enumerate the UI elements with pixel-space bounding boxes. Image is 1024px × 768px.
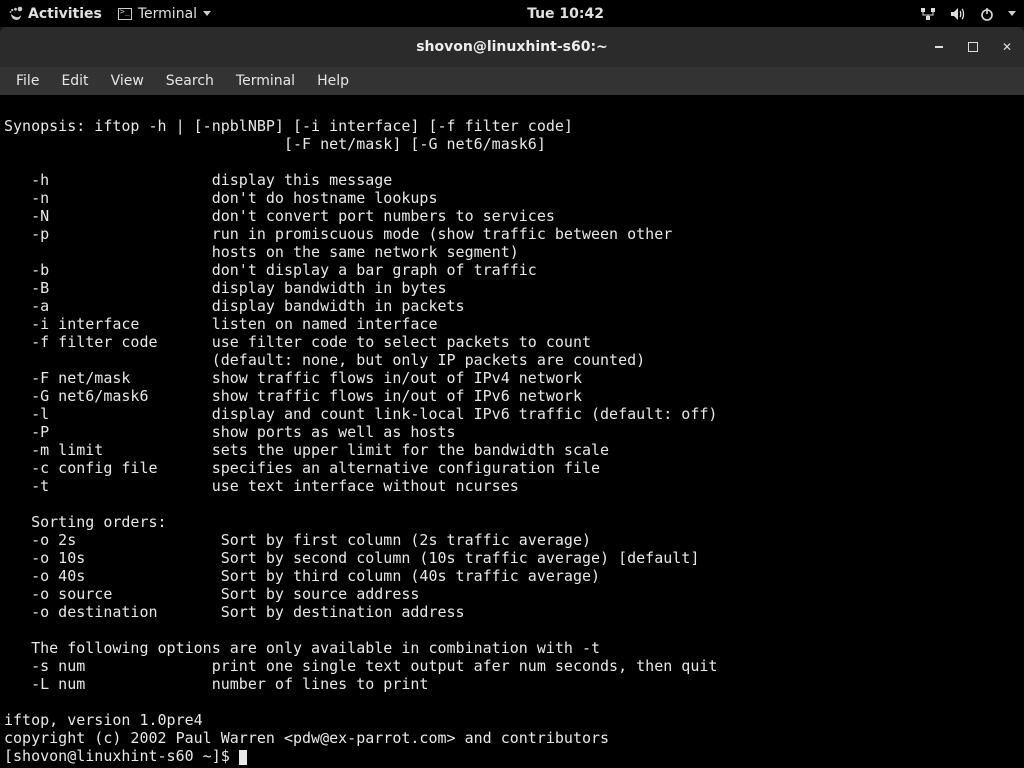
window-title: shovon@linuxhint-s60:~ [416,39,608,55]
menu-file[interactable]: File [6,70,49,92]
close-button[interactable] [998,38,1016,56]
menu-terminal[interactable]: Terminal [226,70,305,92]
terminal-icon [118,8,132,20]
power-icon [980,7,994,21]
maximize-button[interactable] [964,38,982,56]
app-menu-label: Terminal [138,6,197,22]
menu-help[interactable]: Help [307,70,359,92]
shell-prompt: [shovon@linuxhint-s60 ~]$ [4,747,239,765]
menu-edit[interactable]: Edit [51,70,98,92]
terminal-output[interactable]: Synopsis: iftop -h | [-npblNBP] [-i inte… [0,95,1024,768]
system-status-area[interactable] [920,7,1016,21]
volume-icon [950,7,966,21]
clock[interactable]: Tue 10:42 [211,6,920,22]
app-menu[interactable]: Terminal [118,6,211,22]
gnome-logo-icon [8,6,24,22]
menu-search[interactable]: Search [156,70,224,92]
activities-button[interactable]: Activities [28,6,102,22]
network-icon [920,7,936,21]
window-titlebar[interactable]: shovon@linuxhint-s60:~ [0,27,1024,67]
chevron-down-icon [1008,11,1016,16]
terminal-menubar: File Edit View Search Terminal Help [0,67,1024,95]
gnome-topbar: Activities Terminal Tue 10:42 [0,0,1024,27]
cursor [239,750,247,765]
terminal-window: shovon@linuxhint-s60:~ File Edit View Se… [0,27,1024,768]
menu-view[interactable]: View [101,70,154,92]
chevron-down-icon [203,11,211,16]
minimize-button[interactable] [930,38,948,56]
